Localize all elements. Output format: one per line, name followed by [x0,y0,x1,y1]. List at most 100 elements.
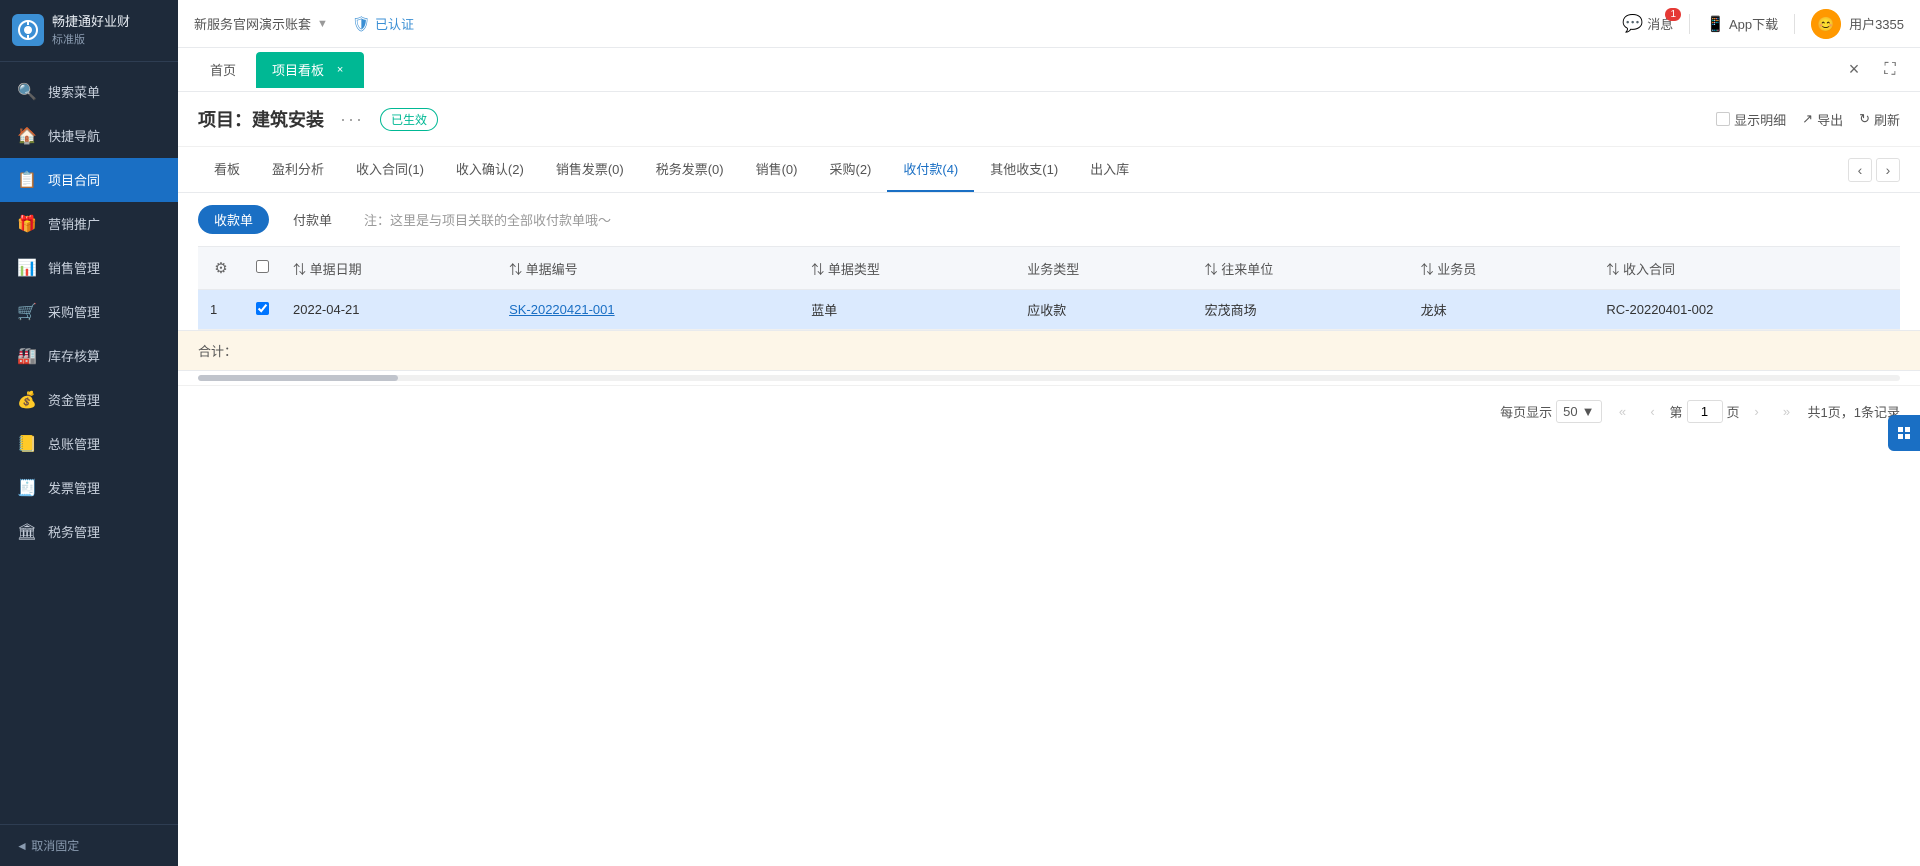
sidebar-footer-label: ◄ 取消固定 [16,837,79,854]
subtab-next-button[interactable]: › [1876,158,1900,182]
prev-page-button[interactable]: ‹ [1640,398,1666,424]
total-label: 合计： [198,341,237,360]
date-column-header[interactable]: ⇅ 单据日期 [281,247,497,290]
last-page-button[interactable]: » [1774,398,1800,424]
project-contract-icon: 📋 [16,169,38,191]
settings-icon[interactable]: ⚙ [210,257,232,279]
table-row[interactable]: 1 2022-04-21 SK-20220421-001 蓝单 应收款 宏茂商场… [198,290,1900,330]
subtab-purchase[interactable]: 采购(2) [813,147,887,192]
row-checkbox[interactable] [244,290,281,330]
next-page-button[interactable]: › [1744,398,1770,424]
sidebar-item-marketing[interactable]: 🎁 营销推广 [0,202,178,246]
svg-text:😊: 😊 [1817,16,1834,32]
sidebar-item-search[interactable]: 🔍 搜索菜单 [0,70,178,114]
ledger-icon: 📒 [16,433,38,455]
expand-window-button[interactable]: ⛶ [1876,56,1904,84]
project-label-prefix: 项目：建筑安装 [198,106,324,132]
sidebar-item-tax-mgmt[interactable]: 🏛 税务管理 [0,510,178,554]
page-number-input[interactable] [1687,400,1723,423]
content-area: 项目：建筑安装 ··· 已生效 显示明细 ↗ 导出 ↻ 刷新 看板盈利分析 [178,92,1920,866]
row-select-checkbox[interactable] [256,302,269,315]
export-button[interactable]: ↗ 导出 [1802,110,1843,129]
sidebar-item-ledger[interactable]: 📒 总账管理 [0,422,178,466]
app-version: 标准版 [52,31,130,47]
salesperson-column-header[interactable]: ⇅ 业务员 [1409,247,1595,290]
close-window-button[interactable]: × [1840,56,1868,84]
purchase-mgmt-label: 采购管理 [48,302,100,321]
shield-icon: 🛡 [352,15,371,33]
sidebar-item-shortcut[interactable]: 🏠 快捷导航 [0,114,178,158]
project-more-button[interactable]: ··· [340,109,364,130]
sidebar-item-purchase-mgmt[interactable]: 🛒 采购管理 [0,290,178,334]
inner-tab-payment[interactable]: 付款单 [277,205,348,234]
settings-column-header[interactable]: ⚙ [198,247,244,290]
shortcut-label: 快捷导航 [48,126,100,145]
project-contract-label: 项目合同 [48,170,100,189]
subtab-sales[interactable]: 销售(0) [740,147,814,192]
marketing-label: 营销推广 [48,214,100,233]
subtab-sales-invoice[interactable]: 销售发票(0) [540,147,640,192]
row-income-contract: RC-20220401-002 [1594,290,1900,330]
project-name: 建筑安装 [252,110,324,130]
tab-close-icon[interactable]: × [332,62,348,78]
biz-type-col-label: 业务类型 [1027,262,1079,277]
inner-tab-note: 注：这里是与项目关联的全部收付款单哦～ [364,210,611,229]
purchase-mgmt-icon: 🛒 [16,301,38,323]
sidebar-item-project-contract[interactable]: 📋 项目合同 [0,158,178,202]
show-detail-checkbox[interactable]: 显示明细 [1716,110,1786,129]
tab-home[interactable]: 首页 [194,52,252,88]
partner-col-label: ⇅ 往来单位 [1205,262,1274,277]
subtab-other-expense[interactable]: 其他收支(1) [974,147,1074,192]
user-menu-button[interactable]: 😊 用户3355 [1811,9,1904,39]
sidebar-unpin-button[interactable]: ◄ 取消固定 [0,824,178,866]
page-nav: « ‹ 第 页 › » [1610,398,1800,424]
subtab-prev-button[interactable]: ‹ [1848,158,1872,182]
inner-tab-receipt[interactable]: 收款单 [198,205,269,234]
pagination-summary: 共1页，1条记录 [1808,402,1900,421]
app-title-block: 畅捷通好业财 标准版 [52,14,130,47]
row-biz-type: 应收款 [1015,290,1192,330]
sidebar-item-sales-mgmt[interactable]: 📊 销售管理 [0,246,178,290]
message-button[interactable]: 💬 消息 1 [1622,14,1673,34]
sidebar-item-inventory[interactable]: 🏭 库存核算 [0,334,178,378]
app-name: 畅捷通好业财 [52,14,130,31]
row-date: 2022-04-21 [281,290,497,330]
inner-tab-payment-label: 付款单 [293,213,332,228]
contract-column-header[interactable]: ⇅ 收入合同 [1594,247,1900,290]
tabbar: 首页 项目看板 × × ⛶ [178,48,1920,92]
type-column-header[interactable]: ⇅ 单据类型 [799,247,1015,290]
scrollbar-thumb[interactable] [198,375,398,381]
tab-project-kanban[interactable]: 项目看板 × [256,52,364,88]
checkbox-column-header[interactable] [244,247,281,290]
subtab-income-confirm[interactable]: 收入确认(2) [440,147,540,192]
float-right-button[interactable] [1888,415,1920,451]
subtab-in-out[interactable]: 出入库 [1074,147,1145,192]
pagination: 每页显示 50 ▼ « ‹ 第 页 › » 共1页，1条记录 [178,385,1920,436]
subtab-profit[interactable]: 盈利分析 [256,147,340,192]
row-number[interactable]: SK-20220421-001 [497,290,799,330]
sidebar: 畅捷通好业财 标准版 🔍 搜索菜单 🏠 快捷导航 📋 项目合同 🎁 营销推广 📊… [0,0,178,866]
subtab-kanban[interactable]: 看板 [198,147,256,192]
select-all-checkbox[interactable] [256,260,269,273]
number-column-header[interactable]: ⇅ 单据编号 [497,247,799,290]
per-page-select[interactable]: 50 ▼ [1556,400,1601,423]
phone-icon: 📱 [1706,15,1725,33]
sidebar-item-finance[interactable]: 💰 资金管理 [0,378,178,422]
inner-tabs: 收款单 付款单 注：这里是与项目关联的全部收付款单哦～ [178,193,1920,246]
row-number-link[interactable]: SK-20220421-001 [509,302,615,317]
sidebar-item-invoice-mgmt[interactable]: 🧾 发票管理 [0,466,178,510]
account-selector[interactable]: 新服务官网演示账套 ▼ [194,14,328,33]
table-header: ⚙ ⇅ 单据日期 ⇅ 单据编号 ⇅ 单据类型 [198,247,1900,290]
subtab-income-contract[interactable]: 收入合同(1) [340,147,440,192]
message-icon: 💬 [1622,14,1643,34]
scrollbar-track[interactable] [198,375,1900,381]
subtab-tax-invoice[interactable]: 税务发票(0) [640,147,740,192]
refresh-button[interactable]: ↻ 刷新 [1859,110,1900,129]
ledger-label: 总账管理 [48,434,100,453]
table-container: ⚙ ⇅ 单据日期 ⇅ 单据编号 ⇅ 单据类型 [178,246,1920,330]
subtab-receipt[interactable]: 收付款(4) [887,147,974,192]
table-scrollbar[interactable] [178,371,1920,385]
app-download-button[interactable]: 📱 App下载 [1706,14,1778,33]
first-page-button[interactable]: « [1610,398,1636,424]
app-download-label: App下载 [1729,14,1778,33]
